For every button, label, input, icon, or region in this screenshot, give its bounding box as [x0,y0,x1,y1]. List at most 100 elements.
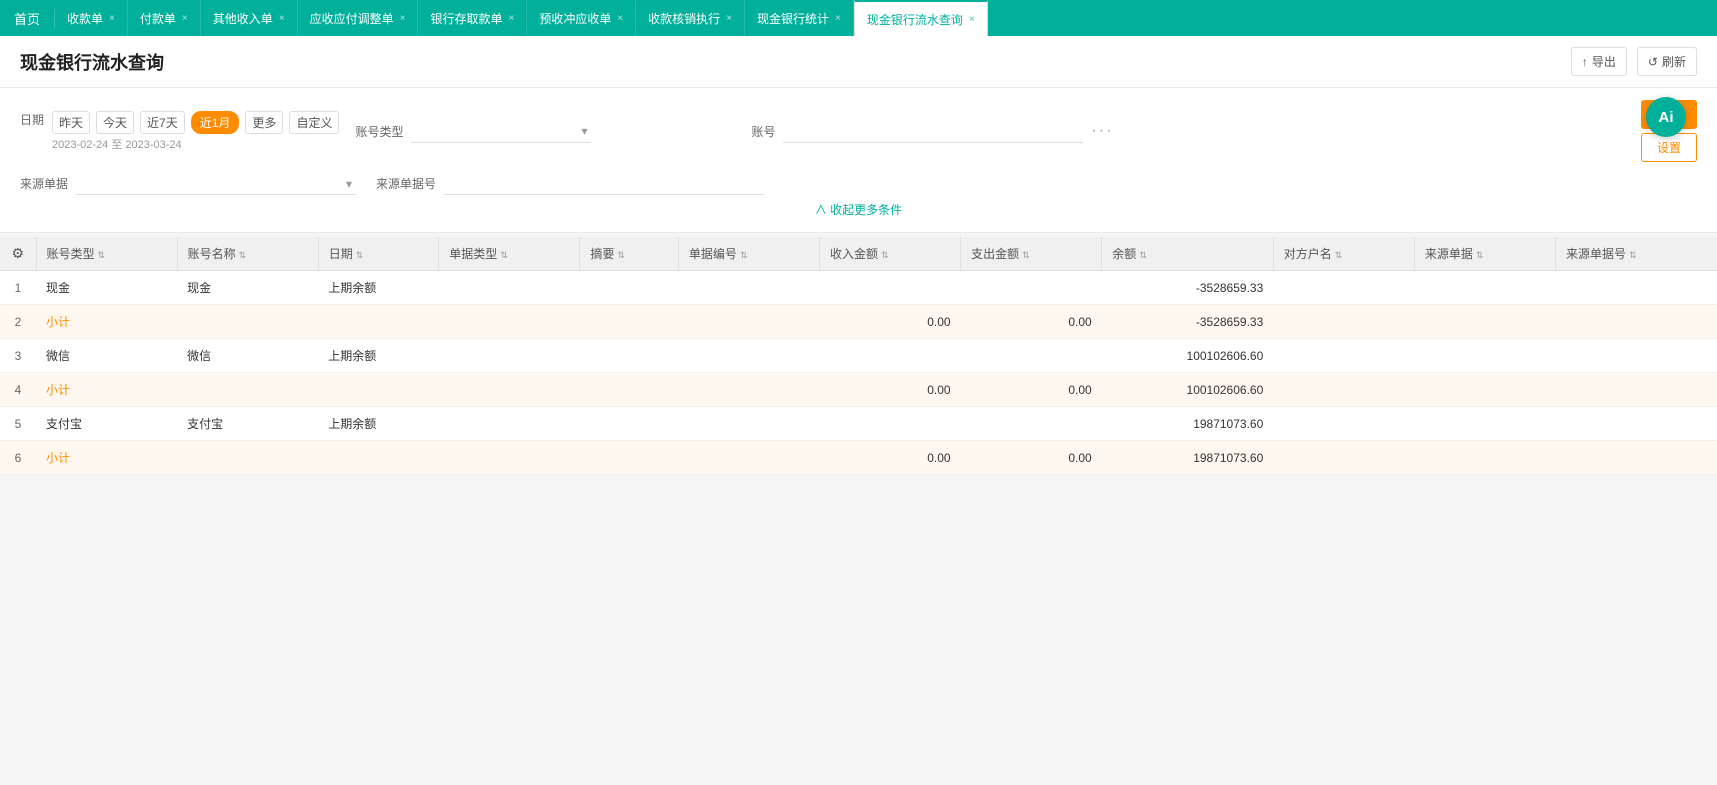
row-num: 1 [0,271,36,305]
row-account-name: 现金 [177,271,318,305]
col-expense-header[interactable]: 支出金额⇅ [961,237,1102,271]
tab-close-tab-ar-ap-adjust[interactable]: × [400,13,406,24]
account-label: 账号 [751,123,775,140]
col-account-name-header[interactable]: 账号名称⇅ [177,237,318,271]
date-btn-昨天[interactable]: 昨天 [52,111,90,134]
collapse-bar[interactable]: ∧ 收起更多条件 [20,195,1697,222]
nav-tab-tab-ar-ap-adjust[interactable]: 应收应付调整单× [298,0,419,36]
row-num: 5 [0,407,36,441]
nav-tab-tab-bank-deposit[interactable]: 银行存取款单× [418,0,527,36]
row-num: 2 [0,305,36,339]
row-source-doc [1414,271,1555,305]
col-settings-header: ⚙ [0,237,36,271]
tab-close-tab-payment[interactable]: × [182,13,188,24]
col-doc-type-header[interactable]: 单据类型⇅ [439,237,580,271]
row-expense: 0.00 [961,373,1102,407]
sort-icon-col-counterpart: ⇅ [1335,250,1343,260]
col-doc-no-header[interactable]: 单据编号⇅ [678,237,819,271]
account-dots-button[interactable]: ··· [1091,122,1113,140]
export-button[interactable]: ↑ 导出 [1571,47,1627,76]
tab-close-tab-cash-stat[interactable]: × [835,13,841,24]
tab-label-tab-receipt: 收款单 [67,10,103,27]
row-counterpart [1273,339,1414,373]
nav-tab-tab-receipt-verify[interactable]: 收款核销执行× [636,0,745,36]
row-balance: -3528659.33 [1102,271,1274,305]
col-source-doc-header[interactable]: 来源单据⇅ [1414,237,1555,271]
col-counterpart-header[interactable]: 对方户名⇅ [1273,237,1414,271]
row-date [318,305,439,339]
row-income [820,407,961,441]
row-source-no [1555,373,1717,407]
row-expense [961,339,1102,373]
date-btn-今天[interactable]: 今天 [96,111,134,134]
col-balance-header[interactable]: 余额⇅ [1102,237,1274,271]
settings-button[interactable]: 设置 [1641,133,1697,162]
col-source-no-header[interactable]: 来源单据号⇅ [1555,237,1717,271]
source-doc-label: 来源单据 [20,175,68,192]
account-input[interactable] [783,120,1083,143]
nav-tab-tab-receipt[interactable]: 收款单 × [55,0,128,36]
account-type-select-wrapper: 现金 微信 支付宝 [411,120,591,143]
row-counterpart [1273,271,1414,305]
source-doc-select[interactable] [76,172,356,195]
export-icon: ↑ [1582,55,1588,69]
settings-icon[interactable]: ⚙ [11,245,24,261]
row-doc-type [439,407,580,441]
sort-icon-col-doc-no: ⇅ [740,250,748,260]
source-no-label: 来源单据号 [376,175,436,192]
tab-label-tab-cash-stat: 现金银行统计 [757,10,829,27]
nav-tab-tab-other-income[interactable]: 其他收入单× [201,0,298,36]
row-date: 上期余额 [318,271,439,305]
date-btn-近7天[interactable]: 近7天 [140,111,185,134]
sort-icon-col-balance: ⇅ [1139,250,1147,260]
col-account-type-header[interactable]: 账号类型⇅ [36,237,177,271]
row-account-name [177,373,318,407]
date-buttons-wrap: 昨天今天近7天近1月更多自定义 2023-02-24 至 2023-03-24 [52,111,339,152]
row-counterpart [1273,407,1414,441]
filter-row-1: 日期 昨天今天近7天近1月更多自定义 2023-02-24 至 2023-03-… [20,100,1697,162]
ai-badge[interactable]: Ai [1646,97,1686,137]
refresh-button[interactable]: ↺ 刷新 [1637,47,1697,76]
row-num: 4 [0,373,36,407]
table-row: 5支付宝支付宝上期余额19871073.60 [0,407,1717,441]
row-doc-no [678,441,819,475]
tab-close-tab-receipt[interactable]: × [109,13,115,24]
table-wrapper: ⚙ 账号类型⇅账号名称⇅日期⇅单据类型⇅摘要⇅单据编号⇅收入金额⇅支出金额⇅余额⇅… [0,237,1717,475]
col-summary-header[interactable]: 摘要⇅ [580,237,679,271]
row-doc-no [678,271,819,305]
date-btn-更多[interactable]: 更多 [245,111,283,134]
account-type-filter: 账号类型 现金 微信 支付宝 [355,120,735,143]
nav-tab-tab-pre-receipt[interactable]: 预收冲应收单 × [527,0,636,36]
row-doc-no [678,373,819,407]
col-date-header[interactable]: 日期⇅ [318,237,439,271]
row-account-type: 小计 [36,441,177,475]
nav-tab-tab-cash-flow[interactable]: 现金银行流水查询 × [854,0,988,36]
tab-close-tab-other-income[interactable]: × [279,13,285,24]
row-account-name [177,305,318,339]
date-btn-近1月[interactable]: 近1月 [191,111,240,134]
row-source-no [1555,441,1717,475]
account-type-select[interactable]: 现金 微信 支付宝 [411,120,591,143]
tab-label-tab-pre-receipt: 预收冲应收单 [539,10,611,27]
nav-tab-tab-payment[interactable]: 付款单× [128,0,201,36]
tab-label-tab-cash-flow: 现金银行流水查询 [867,11,963,28]
tab-close-tab-cash-flow[interactable]: × [969,14,975,25]
filter-area: 日期 昨天今天近7天近1月更多自定义 2023-02-24 至 2023-03-… [0,88,1717,233]
row-income: 0.00 [820,441,961,475]
nav-tab-tab-cash-stat[interactable]: 现金银行统计 × [745,0,854,36]
col-income-header[interactable]: 收入金额⇅ [820,237,961,271]
row-income [820,339,961,373]
row-balance: 100102606.60 [1102,339,1274,373]
sort-icon-col-source-no: ⇅ [1629,250,1637,260]
filter-row-2: 来源单据 来源单据号 [20,172,1697,195]
tab-close-tab-pre-receipt[interactable]: × [617,13,623,24]
row-balance: 19871073.60 [1102,441,1274,475]
date-btn-自定义[interactable]: 自定义 [289,111,339,134]
tab-close-tab-bank-deposit[interactable]: × [508,13,514,24]
source-no-input[interactable] [444,172,764,195]
row-date [318,441,439,475]
table-row: 3微信微信上期余额100102606.60 [0,339,1717,373]
tab-close-tab-receipt-verify[interactable]: × [726,13,732,24]
table-header: ⚙ 账号类型⇅账号名称⇅日期⇅单据类型⇅摘要⇅单据编号⇅收入金额⇅支出金额⇅余额⇅… [0,237,1717,271]
nav-home[interactable]: 首页 [0,9,55,28]
